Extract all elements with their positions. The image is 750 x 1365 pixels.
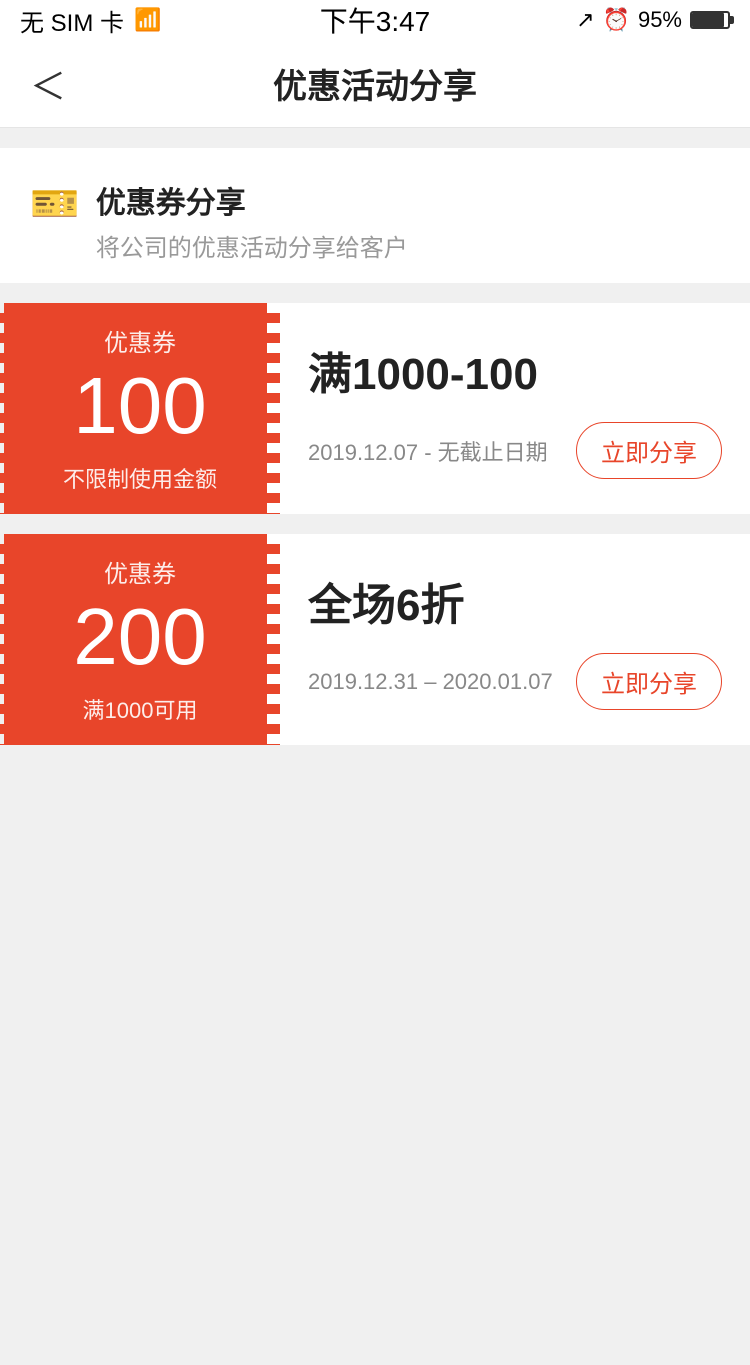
page-background [0,765,750,1365]
coupon-right-2: 全场6折 2019.12.31 – 2020.01.07 立即分享 [280,534,750,745]
location-icon: ↗ [576,7,594,33]
section-text-block: 优惠券分享 将公司的优惠活动分享给客户 [96,178,408,263]
status-bar: 无 SIM 卡 📶 下午3:47 ↗ ⏰ 95% [0,0,750,40]
carrier-text: 无 SIM 卡 [20,3,124,38]
coupon-name-1: 满1000-100 [308,338,722,402]
wifi-icon: 📶 [134,7,161,33]
coupon-bottom-2: 2019.12.31 – 2020.01.07 立即分享 [308,653,722,710]
coupons-list: 优惠券 100 不限制使用金额 满1000-100 2019.12.07 - 无… [0,303,750,745]
status-right: ↗ ⏰ 95% [576,7,730,33]
coupon-date-1: 2019.12.07 - 无截止日期 [308,435,548,467]
coupon-type-1: 优惠券 [104,323,176,358]
alarm-icon: ⏰ [603,7,630,33]
coupon-right-1: 满1000-100 2019.12.07 - 无截止日期 立即分享 [280,303,750,514]
battery-percent: 95% [638,7,682,33]
coupon-type-2: 优惠券 [104,554,176,589]
coupon-amount-1: 100 [73,366,206,446]
share-button-2[interactable]: 立即分享 [576,653,722,710]
back-button[interactable]: ＜ [30,58,66,110]
section-header: 🎫 优惠券分享 将公司的优惠活动分享给客户 [0,148,750,283]
coupon-card-2: 优惠券 200 满1000可用 全场6折 2019.12.31 – 2020.0… [0,534,750,745]
section-title: 优惠券分享 [96,178,408,222]
coupon-condition-2: 满1000可用 [83,693,198,725]
nav-bar: ＜ 优惠活动分享 [0,40,750,128]
coupon-amount-2: 200 [73,597,206,677]
coupon-name-2: 全场6折 [308,569,722,633]
coupon-condition-1: 不限制使用金额 [63,462,217,494]
coupon-card-1: 优惠券 100 不限制使用金额 满1000-100 2019.12.07 - 无… [0,303,750,514]
section-subtitle: 将公司的优惠活动分享给客户 [96,228,408,263]
status-time: 下午3:47 [320,0,431,40]
status-left: 无 SIM 卡 📶 [20,3,161,38]
coupon-bottom-1: 2019.12.07 - 无截止日期 立即分享 [308,422,722,479]
battery-fill [692,13,724,27]
coupon-date-2: 2019.12.31 – 2020.01.07 [308,669,553,695]
share-button-1[interactable]: 立即分享 [576,422,722,479]
coupon-share-icon: 🎫 [30,180,80,227]
battery-bar [690,11,730,29]
coupon-left-2: 优惠券 200 满1000可用 [0,534,280,745]
page-title: 优惠活动分享 [273,59,477,108]
coupon-left-1: 优惠券 100 不限制使用金额 [0,303,280,514]
